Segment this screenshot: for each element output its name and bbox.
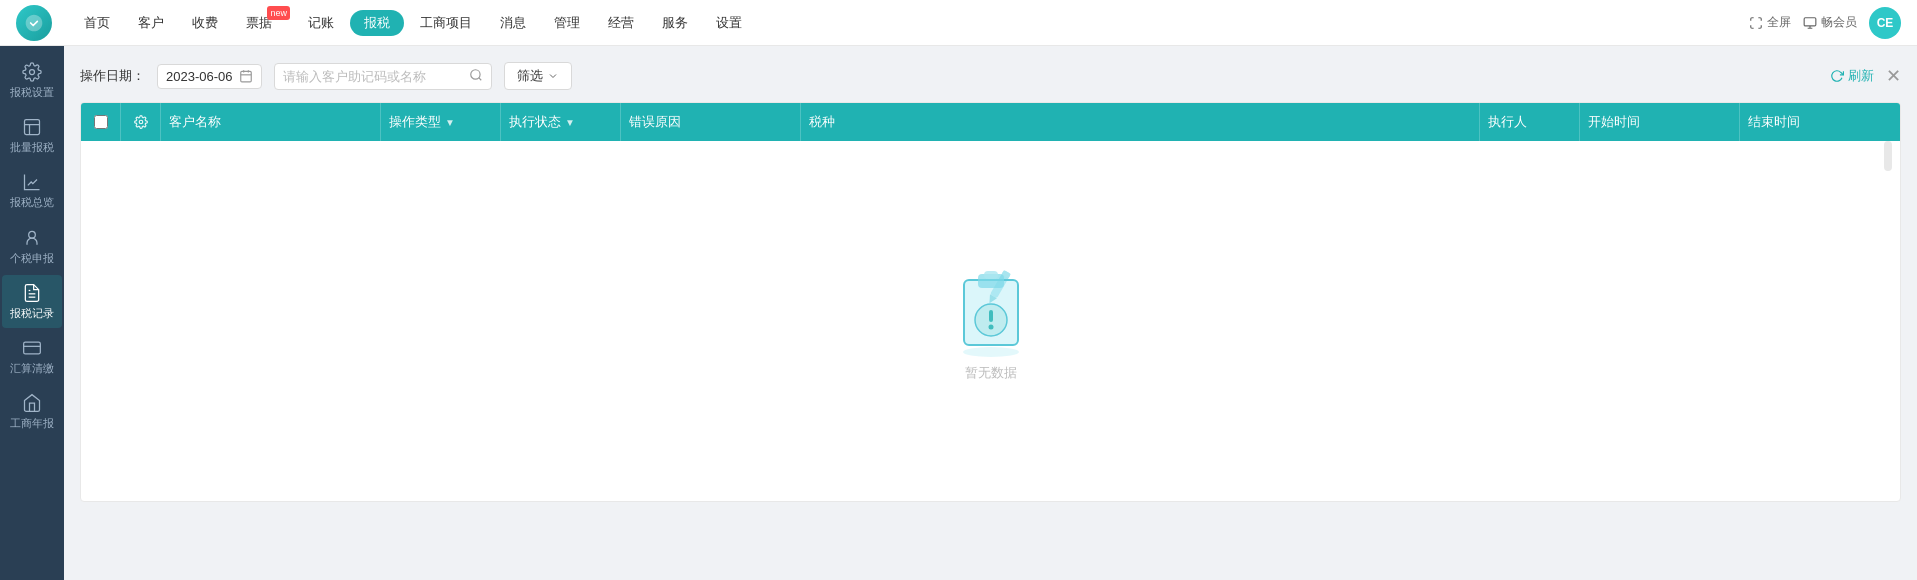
svg-rect-2 [25,120,40,135]
sort-icon-status: ▼ [565,117,575,128]
fullscreen-btn[interactable]: 全屏 [1749,14,1791,31]
date-value: 2023-06-06 [166,69,233,84]
nav-service[interactable]: 服务 [650,10,700,36]
header-error-reason: 错误原因 [621,103,801,141]
nav-bookkeeping[interactable]: 记账 [296,10,346,36]
header-executor: 执行人 [1480,103,1580,141]
svg-point-14 [139,120,143,124]
header-end-time: 结束时间 [1740,103,1900,141]
sidebar-item-personal-tax[interactable]: 个税申报 [2,220,62,273]
nav-items: 首页 客户 收费 票据 new 记账 报税 工商项目 消息 管理 经营 服务 设… [72,10,1749,36]
sidebar-label-tax-record: 报税记录 [10,307,54,320]
empty-state: 暂无数据 [946,200,1036,442]
empty-text: 暂无数据 [965,364,1017,382]
sidebar-label-personal-tax: 个税申报 [10,252,54,265]
svg-rect-6 [24,342,41,354]
filter-label: 筛选 [517,67,543,85]
sidebar-label-settlement: 汇算清缴 [10,362,54,375]
member-label: 畅会员 [1821,14,1857,31]
sidebar-item-tax-overview[interactable]: 报税总览 [2,164,62,217]
nav-customer[interactable]: 客户 [126,10,176,36]
sidebar-item-batch-tax[interactable]: 批量报税 [2,109,62,162]
main-layout: 报税设置 批量报税 报税总览 个税申报 [0,46,1917,580]
date-picker[interactable]: 2023-06-06 [157,64,262,89]
search-input[interactable] [283,69,463,84]
svg-point-3 [29,231,36,238]
sidebar-item-annual-report[interactable]: 工商年报 [2,385,62,438]
svg-point-1 [30,70,35,75]
nav-tax[interactable]: 报税 [350,10,404,36]
nav-manage[interactable]: 管理 [542,10,592,36]
nav-message[interactable]: 消息 [488,10,538,36]
svg-point-12 [470,69,479,78]
sidebar-label-annual-report: 工商年报 [10,417,54,430]
sidebar-label-tax-overview: 报税总览 [10,196,54,209]
table-wrap: 客户名称 操作类型 ▼ 执行状态 ▼ 错误原因 税种 执行人 [80,102,1901,502]
svg-rect-23 [989,310,993,322]
nav-settings[interactable]: 设置 [704,10,754,36]
sidebar-label-tax-settings: 报税设置 [10,86,54,99]
table-header: 客户名称 操作类型 ▼ 执行状态 ▼ 错误原因 税种 执行人 [81,103,1900,141]
nav-operation[interactable]: 经营 [596,10,646,36]
new-badge: new [267,6,290,20]
logo[interactable] [16,5,52,41]
svg-rect-21 [984,271,998,279]
sidebar-label-batch-tax: 批量报税 [10,141,54,154]
nav-home[interactable]: 首页 [72,10,122,36]
nav-ticket[interactable]: 票据 new [234,10,292,36]
header-customer-name: 客户名称 [161,103,381,141]
fullscreen-label: 全屏 [1767,14,1791,31]
header-gear-cell[interactable] [121,103,161,141]
svg-rect-8 [240,71,251,82]
nav-commerce[interactable]: 工商项目 [408,10,484,36]
svg-point-25 [963,347,1019,357]
svg-rect-0 [1804,17,1816,25]
toolbar-right: 刷新 ✕ [1830,67,1901,85]
search-icon[interactable] [469,68,483,85]
nav-fee[interactable]: 收费 [180,10,230,36]
toolbar: 操作日期： 2023-06-06 [80,62,1901,90]
select-all-checkbox[interactable] [94,115,108,129]
table-body: 暂无数据 [81,141,1900,501]
sidebar: 报税设置 批量报税 报税总览 个税申报 [0,46,64,580]
empty-illustration [946,260,1036,360]
sort-icon-operation: ▼ [445,117,455,128]
refresh-label: 刷新 [1848,67,1874,85]
refresh-button[interactable]: 刷新 [1830,67,1874,85]
header-exec-status[interactable]: 执行状态 ▼ [501,103,621,141]
sidebar-item-tax-settings[interactable]: 报税设置 [2,54,62,107]
search-wrap [274,63,492,90]
filter-button[interactable]: 筛选 [504,62,572,90]
scrollbar-hint[interactable] [1884,141,1892,171]
top-nav-right: 全屏 畅会员 CE [1749,7,1901,39]
date-label: 操作日期： [80,67,145,85]
close-button[interactable]: ✕ [1886,67,1901,85]
header-start-time: 开始时间 [1580,103,1740,141]
svg-line-13 [478,77,481,80]
header-checkbox-cell[interactable] [81,103,121,141]
content-area: 操作日期： 2023-06-06 [64,46,1917,580]
member-btn[interactable]: 畅会员 [1803,14,1857,31]
top-nav: 首页 客户 收费 票据 new 记账 报税 工商项目 消息 管理 经营 服务 设… [0,0,1917,46]
sidebar-item-settlement[interactable]: 汇算清缴 [2,330,62,383]
avatar[interactable]: CE [1869,7,1901,39]
header-operation-type[interactable]: 操作类型 ▼ [381,103,501,141]
svg-point-24 [988,325,993,330]
sidebar-item-tax-record[interactable]: 报税记录 [2,275,62,328]
header-tax-type: 税种 [801,103,1480,141]
